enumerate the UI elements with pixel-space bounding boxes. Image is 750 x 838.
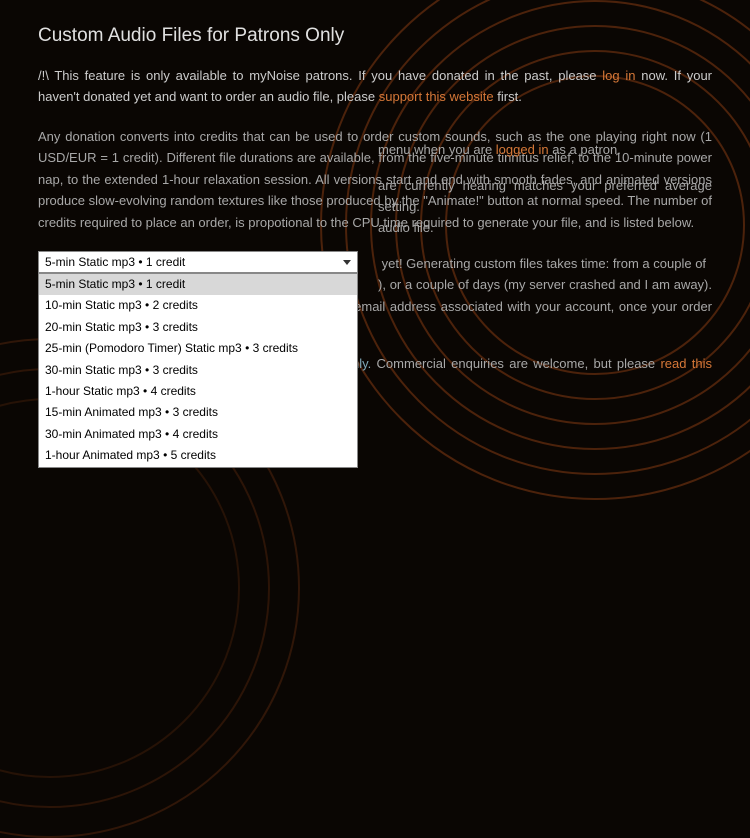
- option-item[interactable]: 30-min Animated mp3 • 4 credits: [39, 424, 357, 445]
- logged-in-link[interactable]: logged in: [496, 142, 549, 157]
- b2-l2: audio file.: [378, 220, 434, 235]
- option-item[interactable]: 15-min Animated mp3 • 3 credits: [39, 402, 357, 423]
- b1-after: as a patron.: [549, 142, 621, 157]
- option-item[interactable]: 1-hour Static mp3 • 4 credits: [39, 381, 357, 402]
- option-item[interactable]: 20-min Static mp3 • 3 credits: [39, 317, 357, 338]
- selected-option: 5-min Static mp3 • 1 credit: [45, 255, 185, 269]
- option-item[interactable]: 10-min Static mp3 • 2 credits: [39, 295, 357, 316]
- intro-after: first.: [494, 89, 522, 104]
- intro-prefix: /!\ This feature is only available to my…: [38, 68, 602, 83]
- option-item[interactable]: 30-min Static mp3 • 3 credits: [39, 360, 357, 381]
- option-item[interactable]: 25-min (Pomodoro Timer) Static mp3 • 3 c…: [39, 338, 357, 359]
- b4-mid: Commercial enquiries are welcome, but pl…: [371, 356, 660, 371]
- b3-v2: ), or a couple of days (my server crashe…: [378, 277, 712, 292]
- b1-pre: menu when you are: [378, 142, 496, 157]
- page-title: Custom Audio Files for Patrons Only: [38, 25, 712, 47]
- support-link[interactable]: support this website: [379, 89, 494, 104]
- duration-select[interactable]: 5-min Static mp3 • 1 credit: [38, 251, 358, 273]
- intro-text: /!\ This feature is only available to my…: [38, 65, 712, 108]
- chevron-down-icon: [343, 260, 351, 265]
- option-item[interactable]: 1-hour Animated mp3 • 5 credits: [39, 445, 357, 466]
- option-item[interactable]: 5-min Static mp3 • 1 credit: [39, 274, 357, 295]
- dropdown-options: 5-min Static mp3 • 1 credit 10-min Stati…: [38, 273, 358, 468]
- login-link[interactable]: log in: [602, 68, 635, 83]
